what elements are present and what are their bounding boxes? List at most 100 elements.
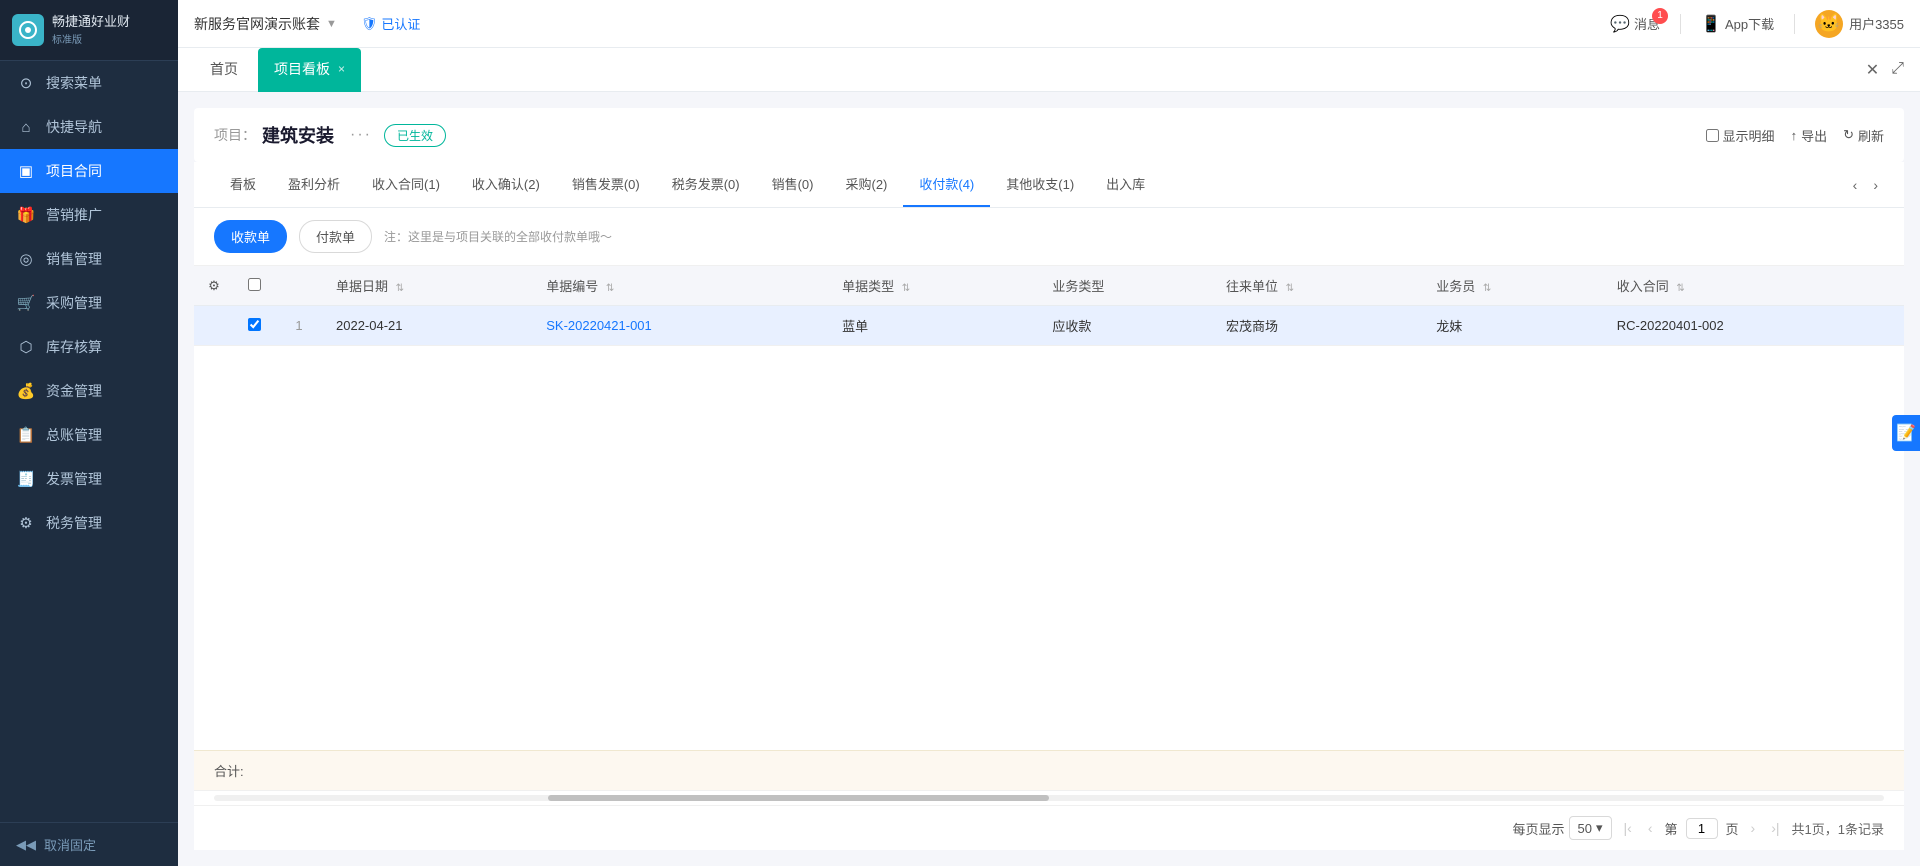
sidebar-item-purchase[interactable]: 🛒 采购管理	[0, 281, 178, 325]
records-table: ⚙ 单据日期 ⇅ 单据编号 ⇅	[194, 266, 1904, 346]
subtab-purchase[interactable]: 采购(2)	[829, 162, 903, 207]
sidebar-icon-ledger: 📋	[16, 425, 36, 445]
sidebar-icon-inventory: ⬡	[16, 337, 36, 357]
row-check-0[interactable]	[234, 306, 274, 346]
maximize-window-button[interactable]: ⤢	[1891, 60, 1904, 80]
column-number[interactable]: 单据编号 ⇅	[534, 266, 830, 306]
sidebar-footer-label: 取消固定	[44, 835, 96, 854]
sidebar-footer-unpin[interactable]: ◀◀ 取消固定	[0, 822, 178, 866]
project-title: 建筑安装	[262, 122, 334, 148]
sidebar-item-tax[interactable]: ⚙ 税务管理	[0, 501, 178, 545]
sidebar-icon-funds: 💰	[16, 381, 36, 401]
subtab-next-icon[interactable]: ›	[1867, 173, 1884, 197]
close-window-button[interactable]: ✕	[1866, 60, 1879, 80]
tab-close-icon[interactable]: ×	[338, 62, 345, 76]
project-more-button[interactable]: ···	[350, 126, 372, 144]
filter-note: 注：这里是与项目关联的全部收付款单哦～	[384, 228, 612, 245]
column-salesman-label: 业务员	[1436, 279, 1475, 294]
sort-contract-icon: ⇅	[1676, 283, 1684, 294]
receipt-filter-button[interactable]: 收款单	[214, 220, 287, 253]
column-salesman[interactable]: 业务员 ⇅	[1424, 266, 1605, 306]
tab-project-board[interactable]: 项目看板 ×	[258, 48, 361, 92]
refresh-icon: ↻	[1843, 127, 1854, 143]
show-detail-input[interactable]	[1706, 129, 1719, 142]
show-detail-checkbox[interactable]: 显示明细	[1706, 126, 1775, 145]
record-link-0[interactable]: SK-20220421-001	[546, 318, 652, 333]
sidebar-icon-sales: ◎	[16, 249, 36, 269]
per-page-chevron-icon: ▾	[1596, 820, 1603, 836]
message-button[interactable]: 💬 消息 1	[1610, 14, 1660, 34]
next-page-button[interactable]: ›	[1747, 818, 1760, 838]
sidebar-item-ledger[interactable]: 📋 总账管理	[0, 413, 178, 457]
sidebar-item-inventory[interactable]: ⬡ 库存核算	[0, 325, 178, 369]
subtab-prev-icon[interactable]: ‹	[1847, 173, 1864, 197]
export-button[interactable]: ↑ 导出	[1791, 126, 1828, 145]
row-number-0[interactable]: SK-20220421-001	[534, 306, 830, 346]
tab-home[interactable]: 首页	[194, 48, 254, 92]
page-size-selector: 每页显示 50 ▾	[1513, 816, 1612, 840]
horizontal-scrollbar[interactable]	[194, 790, 1904, 805]
row-salesman-0: 龙妹	[1424, 306, 1605, 346]
column-type[interactable]: 单据类型 ⇅	[830, 266, 1040, 306]
page-input[interactable]	[1686, 818, 1718, 839]
sidebar-item-invoice[interactable]: 🧾 发票管理	[0, 457, 178, 501]
pagination: 每页显示 50 ▾ |‹ ‹ 第 页 › ›| 共1页，1条记录	[194, 805, 1904, 850]
message-icon: 💬	[1610, 14, 1630, 34]
scrollbar-thumb[interactable]	[548, 795, 1049, 801]
row-checkbox-0[interactable]	[248, 318, 261, 331]
side-note-icon: 📝	[1896, 423, 1916, 443]
subtab-tax-invoice[interactable]: 税务发票(0)	[656, 162, 756, 207]
table-body: 1 2022-04-21 SK-20220421-001 蓝单 应收款 宏茂商场…	[194, 306, 1904, 346]
tab-home-label: 首页	[210, 59, 238, 79]
last-page-button[interactable]: ›|	[1767, 818, 1783, 838]
app-subtitle: 标准版	[52, 31, 130, 46]
row-type-0: 蓝单	[830, 306, 1040, 346]
select-all-checkbox[interactable]	[248, 278, 261, 291]
sidebar-item-quicknav[interactable]: ⌂ 快捷导航	[0, 105, 178, 149]
topbar: 新服务官网演示账套 ▼ 🛡 已认证 💬 消息 1 📱 App下载 �	[178, 0, 1920, 48]
sidebar-icon-marketing: 🎁	[16, 205, 36, 225]
sidebar-item-search[interactable]: ⊙ 搜索菜单	[0, 61, 178, 105]
project-actions: 显示明细 ↑ 导出 ↻ 刷新	[1706, 126, 1884, 145]
column-checkbox[interactable]	[234, 266, 274, 306]
refresh-button[interactable]: ↻ 刷新	[1843, 126, 1884, 145]
export-label: 导出	[1801, 126, 1827, 145]
side-note-button[interactable]: 📝	[1892, 415, 1920, 451]
account-selector[interactable]: 新服务官网演示账套 ▼	[194, 14, 337, 34]
first-page-button[interactable]: |‹	[1620, 818, 1636, 838]
sidebar-icon-purchase: 🛒	[16, 293, 36, 313]
column-gear[interactable]: ⚙	[194, 266, 234, 306]
project-status-badge: 已生效	[384, 124, 446, 147]
scrollbar-track	[214, 795, 1884, 801]
row-num-0: 1	[274, 306, 324, 346]
column-income-contract[interactable]: 收入合同 ⇅	[1605, 266, 1904, 306]
unpin-icon: ◀◀	[16, 837, 36, 853]
user-avatar: 🐱	[1815, 10, 1843, 38]
subtab-income-confirm[interactable]: 收入确认(2)	[456, 162, 556, 207]
column-date[interactable]: 单据日期 ⇅	[324, 266, 534, 306]
subtab-profit[interactable]: 盈利分析	[272, 162, 356, 207]
sidebar-item-contracts[interactable]: ▣ 项目合同	[0, 149, 178, 193]
sidebar-item-sales[interactable]: ◎ 销售管理	[0, 237, 178, 281]
prev-page-button[interactable]: ‹	[1644, 818, 1657, 838]
subtab-income-contract[interactable]: 收入合同(1)	[356, 162, 456, 207]
column-num	[274, 266, 324, 306]
column-partner[interactable]: 往来单位 ⇅	[1214, 266, 1424, 306]
payment-filter-button[interactable]: 付款单	[299, 220, 372, 253]
column-biz-type: 业务类型	[1040, 266, 1214, 306]
subtab-inout[interactable]: 出入库	[1090, 162, 1161, 207]
page-suffix: 页	[1726, 819, 1739, 838]
subtab-other-income[interactable]: 其他收支(1)	[990, 162, 1090, 207]
app-download-button[interactable]: 📱 App下载	[1701, 14, 1774, 34]
subtab-board[interactable]: 看板	[214, 162, 272, 207]
sidebar-item-marketing[interactable]: 🎁 营销推广	[0, 193, 178, 237]
topbar-left: 新服务官网演示账套 ▼ 🛡 已认证	[194, 14, 1610, 34]
sort-number-icon: ⇅	[606, 283, 614, 294]
subtab-collection[interactable]: 收付款(4)	[903, 162, 990, 207]
subtab-sales-invoice[interactable]: 销售发票(0)	[556, 162, 656, 207]
subtab-sales[interactable]: 销售(0)	[756, 162, 830, 207]
topbar-right: 💬 消息 1 📱 App下载 🐱 用户3355	[1610, 10, 1904, 38]
user-menu[interactable]: 🐱 用户3355	[1815, 10, 1904, 38]
per-page-select[interactable]: 50 ▾	[1569, 816, 1612, 840]
sidebar-item-funds[interactable]: 💰 资金管理	[0, 369, 178, 413]
